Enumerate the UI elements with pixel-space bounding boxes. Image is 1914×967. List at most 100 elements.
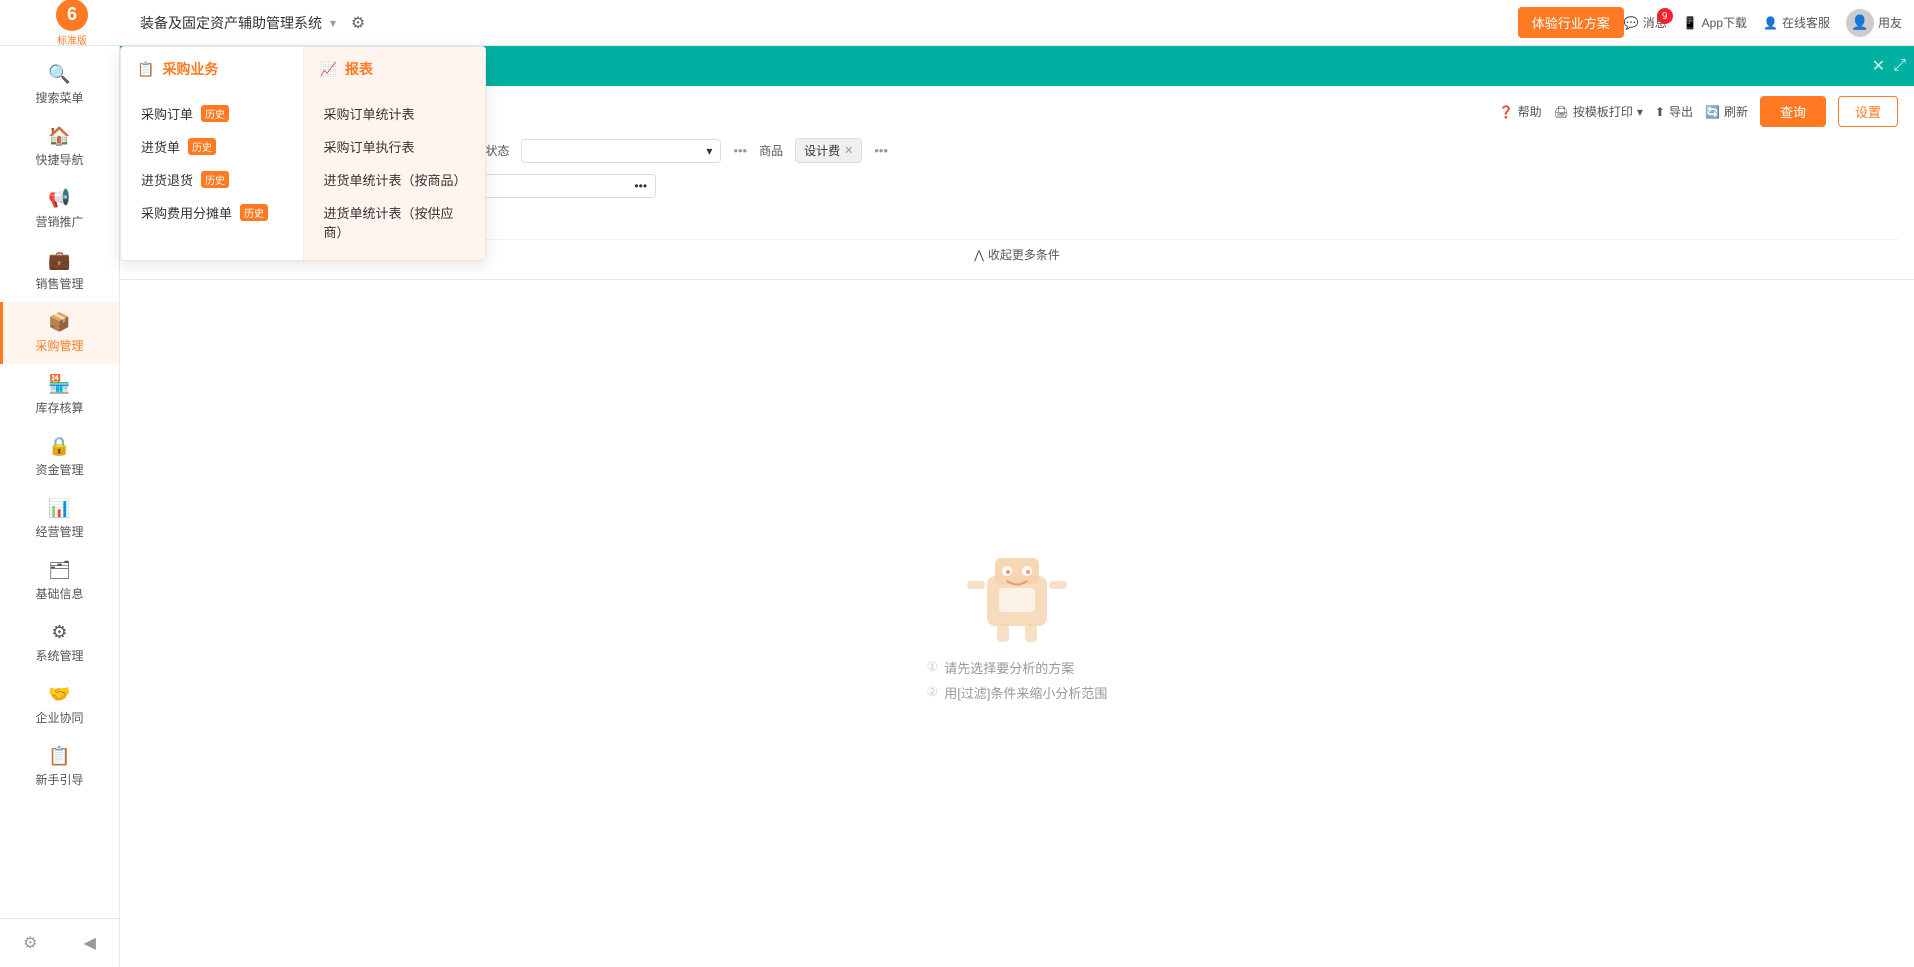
inventory-icon: 🏪 xyxy=(48,374,70,395)
tab-expand-icon[interactable]: ⤢ xyxy=(1893,57,1906,75)
top-header: 6 标准版 装备及固定资产辅助管理系统 ▾ ⚙ 体验行业方案 💬 消息 9 📱 … xyxy=(0,0,1914,46)
sidebar-item-system[interactable]: ⚙ 系统管理 xyxy=(0,612,119,674)
logo-subtext: 标准版 xyxy=(57,32,87,47)
message-icon: 💬 xyxy=(1624,16,1639,30)
export-label: 导出 xyxy=(1669,103,1693,120)
help-action[interactable]: ❓ 帮助 xyxy=(1499,103,1542,120)
settings-btn[interactable]: 设置 xyxy=(1838,96,1898,127)
system-icon: ⚙ xyxy=(51,622,67,643)
dropdown-item-purchase-exec[interactable]: 采购订单执行表 xyxy=(320,130,470,163)
sidebar-item-sales[interactable]: 💼 销售管理 xyxy=(0,240,119,302)
system-dropdown-arrow[interactable]: ▾ xyxy=(330,16,336,30)
user-avatar: 👤 xyxy=(1846,9,1874,37)
system-settings-icon[interactable]: ⚙ xyxy=(344,9,372,37)
help-label: 帮助 xyxy=(1518,103,1542,120)
refresh-action[interactable]: 🔄 刷新 xyxy=(1705,103,1748,120)
filter-status-dots[interactable]: ••• xyxy=(733,143,747,158)
sidebar-item-finance[interactable]: 🔒 资金管理 xyxy=(0,426,119,488)
sidebar-bottom-settings-icon[interactable]: ⚙ xyxy=(17,927,43,959)
print-action[interactable]: 🖨 按模板打印 ▾ xyxy=(1554,103,1643,120)
sidebar: 🔍 搜索菜单 🏠 快捷导航 📢 营销推广 💼 销售管理 📦 采购管理 🏪 库存核… xyxy=(0,46,120,967)
sidebar-label-system: 系统管理 xyxy=(35,647,83,664)
search-icon: 🔍 xyxy=(48,64,70,85)
report-col-icon: 📈 xyxy=(320,61,337,78)
finance-icon: 🔒 xyxy=(48,436,70,457)
sidebar-label-search: 搜索菜单 xyxy=(35,89,83,106)
notification-badge: 9 xyxy=(1657,8,1673,24)
export-icon: ⬆ xyxy=(1655,105,1665,119)
filter-goods-label: 商品 xyxy=(759,142,783,159)
app-download-item[interactable]: 📱 App下载 xyxy=(1683,14,1747,31)
help-icon: ❓ xyxy=(1499,105,1514,119)
sidebar-item-search[interactable]: 🔍 搜索菜单 xyxy=(0,54,119,116)
sidebar-item-basic[interactable]: 🗂 基础信息 xyxy=(0,550,119,612)
sidebar-label-inventory: 库存核算 xyxy=(35,399,83,416)
tab-bar-right: ✕ ⤢ xyxy=(1872,46,1914,86)
sidebar-item-operation[interactable]: 📊 经营管理 xyxy=(0,488,119,550)
purchase-col: 📋 采购业务 采购订单 历史 进货单 历史 进货退货 历史 采购费用分摊单 历史 xyxy=(121,47,304,260)
sidebar-item-enterprise[interactable]: 🤝 企业协同 xyxy=(0,674,119,736)
purchase-dropdown-menu: 📋 采购业务 采购订单 历史 进货单 历史 进货退货 历史 采购费用分摊单 历史… xyxy=(120,46,486,261)
dropdown-item-stock-in[interactable]: 进货单 历史 xyxy=(137,130,287,163)
online-service-label: 在线客服 xyxy=(1782,14,1830,31)
operation-icon: 📊 xyxy=(48,498,70,519)
collapse-label: 收起更多条件 xyxy=(988,246,1060,263)
empty-text: 请先选择要分析的方案 用[过滤]条件来缩小分析范围 xyxy=(927,658,1108,702)
purchase-fee-label: 采购费用分摊单 xyxy=(141,203,232,222)
sidebar-bottom-collapse-icon[interactable]: ◀ xyxy=(78,927,102,959)
filter-status-select[interactable]: ▾ xyxy=(521,139,721,163)
export-action[interactable]: ⬆ 导出 xyxy=(1655,103,1693,120)
purchase-order-label: 采购订单 xyxy=(141,104,193,123)
system-title: 装备及固定资产辅助管理系统 ▾ ⚙ xyxy=(140,9,1506,37)
stock-return-label: 进货退货 xyxy=(141,170,193,189)
dropdown-item-stock-stat-goods[interactable]: 进货单统计表（按商品） xyxy=(320,163,470,196)
sidebar-item-purchase[interactable]: 📦 采购管理 xyxy=(0,302,119,364)
filter-salesman-select[interactable]: ••• xyxy=(456,174,656,198)
empty-text-line2: 用[过滤]条件来缩小分析范围 xyxy=(927,683,1108,702)
online-service-item[interactable]: 👤 在线客服 xyxy=(1763,14,1830,31)
filter-status-arrow: ▾ xyxy=(706,144,712,158)
user-item[interactable]: 👤 用友 xyxy=(1846,9,1902,37)
filter-goods-dots[interactable]: ••• xyxy=(874,143,888,158)
dropdown-item-purchase-stat[interactable]: 采购订单统计表 xyxy=(320,97,470,130)
query-btn[interactable]: 查询 xyxy=(1760,96,1826,127)
dropdown-item-purchase-fee[interactable]: 采购费用分摊单 历史 xyxy=(137,196,287,229)
sidebar-item-marketing[interactable]: 📢 营销推广 xyxy=(0,178,119,240)
stock-in-label: 进货单 xyxy=(141,137,180,156)
report-col: 📈 报表 采购订单统计表 采购订单执行表 进货单统计表（按商品） 进货单统计表（… xyxy=(304,47,486,260)
sidebar-bottom: ⚙ ◀ xyxy=(0,918,119,967)
empty-text-line1: 请先选择要分析的方案 xyxy=(927,658,1108,677)
main-content: 请先选择要分析的方案 用[过滤]条件来缩小分析范围 xyxy=(120,280,1914,967)
dropdown-item-stock-stat-supplier[interactable]: 进货单统计表（按供应商） xyxy=(320,196,470,248)
refresh-icon: 🔄 xyxy=(1705,105,1720,119)
sidebar-label-finance: 资金管理 xyxy=(35,461,83,478)
filter-goods-close[interactable]: ✕ xyxy=(844,144,853,157)
tab-close-all-icon[interactable]: ✕ xyxy=(1872,56,1885,76)
marketing-icon: 📢 xyxy=(48,188,70,209)
dropdown-item-purchase-order[interactable]: 采购订单 历史 xyxy=(137,97,287,130)
dropdown-item-stock-return[interactable]: 进货退货 历史 xyxy=(137,163,287,196)
collapse-up-icon: ⋀ xyxy=(974,248,984,262)
industry-btn[interactable]: 体验行业方案 xyxy=(1518,7,1624,38)
sidebar-item-quick[interactable]: 🏠 快捷导航 xyxy=(0,116,119,178)
purchase-exec-label: 采购订单执行表 xyxy=(324,137,415,156)
stock-return-history: 历史 xyxy=(201,171,229,188)
empty-state: 请先选择要分析的方案 用[过滤]条件来缩小分析范围 xyxy=(927,546,1108,702)
sidebar-label-basic: 基础信息 xyxy=(35,585,83,602)
purchase-order-history: 历史 xyxy=(201,105,229,122)
sidebar-item-inventory[interactable]: 🏪 库存核算 xyxy=(0,364,119,426)
notification-item[interactable]: 💬 消息 9 xyxy=(1624,14,1667,31)
purchase-fee-history: 历史 xyxy=(240,204,268,221)
stock-stat-goods-label: 进货单统计表（按商品） xyxy=(324,170,466,189)
stock-stat-supplier-label: 进货单统计表（按供应商） xyxy=(324,203,466,241)
empty-robot-illustration xyxy=(957,546,1077,646)
phone-icon: 📱 xyxy=(1683,16,1698,30)
purchase-col-icon: 📋 xyxy=(137,61,154,78)
service-icon: 👤 xyxy=(1763,16,1778,30)
sidebar-label-marketing: 营销推广 xyxy=(35,213,83,230)
sidebar-item-guide[interactable]: 📋 新手引导 xyxy=(0,736,119,798)
purchase-col-header: 📋 采购业务 xyxy=(137,59,287,85)
purchase-stat-label: 采购订单统计表 xyxy=(324,104,415,123)
print-dropdown-icon[interactable]: ▾ xyxy=(1637,105,1643,119)
report-col-title: 报表 xyxy=(345,59,373,79)
